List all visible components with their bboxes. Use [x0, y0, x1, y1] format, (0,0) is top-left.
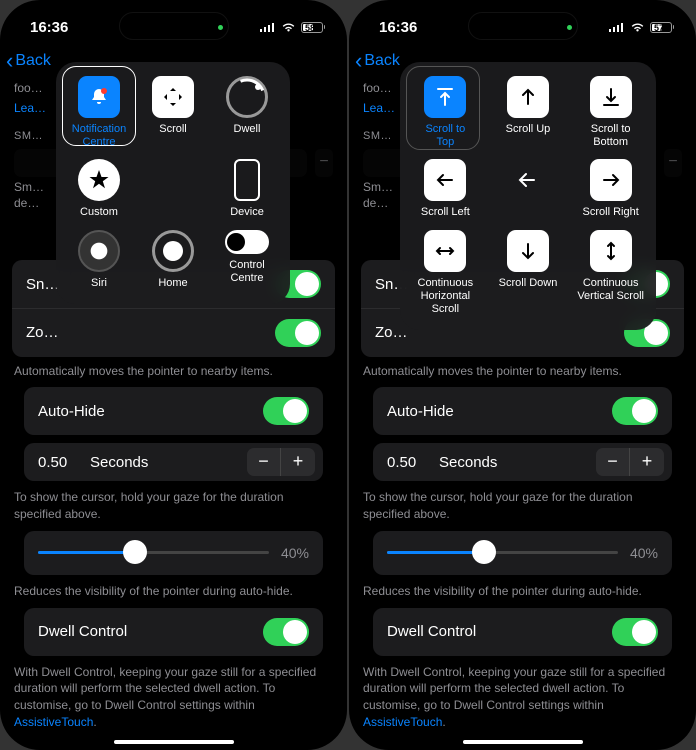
siri-icon [78, 230, 120, 272]
duration-value: 0.50 [38, 454, 80, 471]
opacity-value: 40% [281, 545, 309, 561]
menu-item-continuous-horizontal-scroll[interactable]: ContinuousHorizontal Scroll [406, 230, 485, 317]
camera-indicator [567, 25, 572, 30]
opacity-slider[interactable] [38, 551, 269, 554]
signal-icon [609, 22, 625, 32]
camera-indicator [218, 25, 223, 30]
menu-item-scroll-left[interactable]: Scroll Left [406, 159, 485, 219]
footer-text: Automatically moves the pointer to nearb… [12, 357, 335, 380]
scroll-down-icon [507, 230, 549, 272]
wifi-icon [281, 22, 296, 32]
clock: 16:36 [30, 19, 68, 36]
menu-item-custom[interactable]: Custom [64, 159, 134, 219]
dynamic-island [119, 12, 229, 40]
dynamic-island [468, 12, 578, 40]
minus-button[interactable]: − [664, 149, 682, 177]
row-auto-hide[interactable]: Auto-Hide [373, 387, 672, 435]
auto-hide-switch[interactable] [612, 397, 658, 425]
scroll-icon [152, 76, 194, 118]
continuous-horizontal-icon [424, 230, 466, 272]
assistive-touch-link[interactable]: AssistiveTouch [14, 715, 93, 729]
footer-text: Automatically moves the pointer to nearb… [361, 357, 684, 380]
scroll-bottom-icon [590, 76, 632, 118]
scroll-left-icon [424, 159, 466, 201]
menu-item-scroll-to-bottom[interactable]: Scroll toBottom [571, 76, 650, 149]
row-opacity: 40% [373, 531, 672, 575]
row-dwell[interactable]: Dwell Control [373, 608, 672, 656]
row-zoo[interactable]: Zo… [12, 309, 335, 357]
battery-icon: 58 [301, 22, 325, 33]
scroll-right-icon [590, 159, 632, 201]
continuous-vertical-icon [590, 230, 632, 272]
auto-hide-switch[interactable] [263, 397, 309, 425]
wifi-icon [630, 22, 645, 32]
opacity-slider[interactable] [387, 551, 618, 554]
scroll-up-icon [507, 76, 549, 118]
row-opacity: 40% [24, 531, 323, 575]
clock: 16:36 [379, 19, 417, 36]
menu-item-scroll-to-top[interactable]: Scroll toTop [406, 76, 485, 149]
footer-text: With Dwell Control, keeping your gaze st… [361, 664, 684, 731]
menu-item-siri[interactable]: Siri [64, 230, 134, 290]
menu-item-scroll-down[interactable]: Scroll Down [489, 230, 568, 317]
assistive-menu: NotificationCentreScrollDwell Custom Devic… [56, 62, 290, 304]
footer-text: To show the cursor, hold your gaze for t… [12, 489, 335, 523]
scroll-menu: Scroll toTopScroll UpScroll toBottom Scro… [400, 62, 656, 330]
minus-button[interactable]: − [315, 149, 333, 177]
dwell-switch[interactable] [612, 618, 658, 646]
stepper-minus[interactable]: − [247, 448, 281, 476]
back-arrow-icon[interactable] [507, 159, 549, 201]
menu-item-home[interactable]: Home [138, 230, 208, 290]
stepper-plus[interactable]: + [281, 448, 315, 476]
dwell-switch[interactable] [263, 618, 309, 646]
menu-item-blank[interactable] [138, 159, 208, 219]
zoo-switch[interactable] [275, 319, 321, 347]
menu-item-dwell[interactable]: Dwell [212, 76, 282, 149]
home-indicator[interactable] [463, 740, 583, 744]
duration-stepper[interactable]: −+ [596, 448, 664, 476]
bell-icon [78, 76, 120, 118]
footer-text: Reduces the visibility of the pointer du… [361, 583, 684, 600]
row-auto-hide[interactable]: Auto-Hide [24, 387, 323, 435]
back-button[interactable]: ‹ Back [6, 48, 51, 74]
menu-item-continuous-vertical-scroll[interactable]: ContinuousVertical Scroll [571, 230, 650, 317]
star-icon [78, 159, 120, 201]
menu-item-scroll-right[interactable]: Scroll Right [571, 159, 650, 219]
menu-item-scroll-up[interactable]: Scroll Up [489, 76, 568, 149]
home-indicator[interactable] [114, 740, 234, 744]
device-icon [234, 159, 260, 201]
menu-item-control-centre[interactable]: ControlCentre [212, 230, 282, 290]
footer-text: Reduces the visibility of the pointer du… [12, 583, 335, 600]
row-duration: 0.50 Seconds −+ [24, 443, 323, 481]
duration-stepper[interactable]: −+ [247, 448, 315, 476]
dwell-icon [226, 76, 268, 118]
row-duration: 0.50Seconds−+ [373, 443, 672, 481]
footer-text: To show the cursor, hold your gaze for t… [361, 489, 684, 523]
signal-icon [260, 22, 276, 32]
row-dwell[interactable]: Dwell Control [24, 608, 323, 656]
scroll-top-icon [424, 76, 466, 118]
chevron-left-icon: ‹ [6, 48, 13, 74]
battery-icon: 57 [650, 22, 674, 33]
chevron-left-icon: ‹ [355, 48, 362, 74]
menu-item-arrow-back[interactable] [489, 159, 568, 219]
control-centre-icon [225, 230, 269, 254]
menu-item-scroll[interactable]: Scroll [138, 76, 208, 149]
back-button[interactable]: ‹Back [355, 48, 400, 74]
duration-label: Seconds [90, 454, 237, 471]
home-icon [152, 230, 194, 272]
menu-item-device[interactable]: Device [212, 159, 282, 219]
assistive-touch-link[interactable]: AssistiveTouch [363, 715, 442, 729]
footer-text: With Dwell Control, keeping your gaze st… [12, 664, 335, 731]
menu-item-notification-centre[interactable]: NotificationCentre [64, 76, 134, 149]
